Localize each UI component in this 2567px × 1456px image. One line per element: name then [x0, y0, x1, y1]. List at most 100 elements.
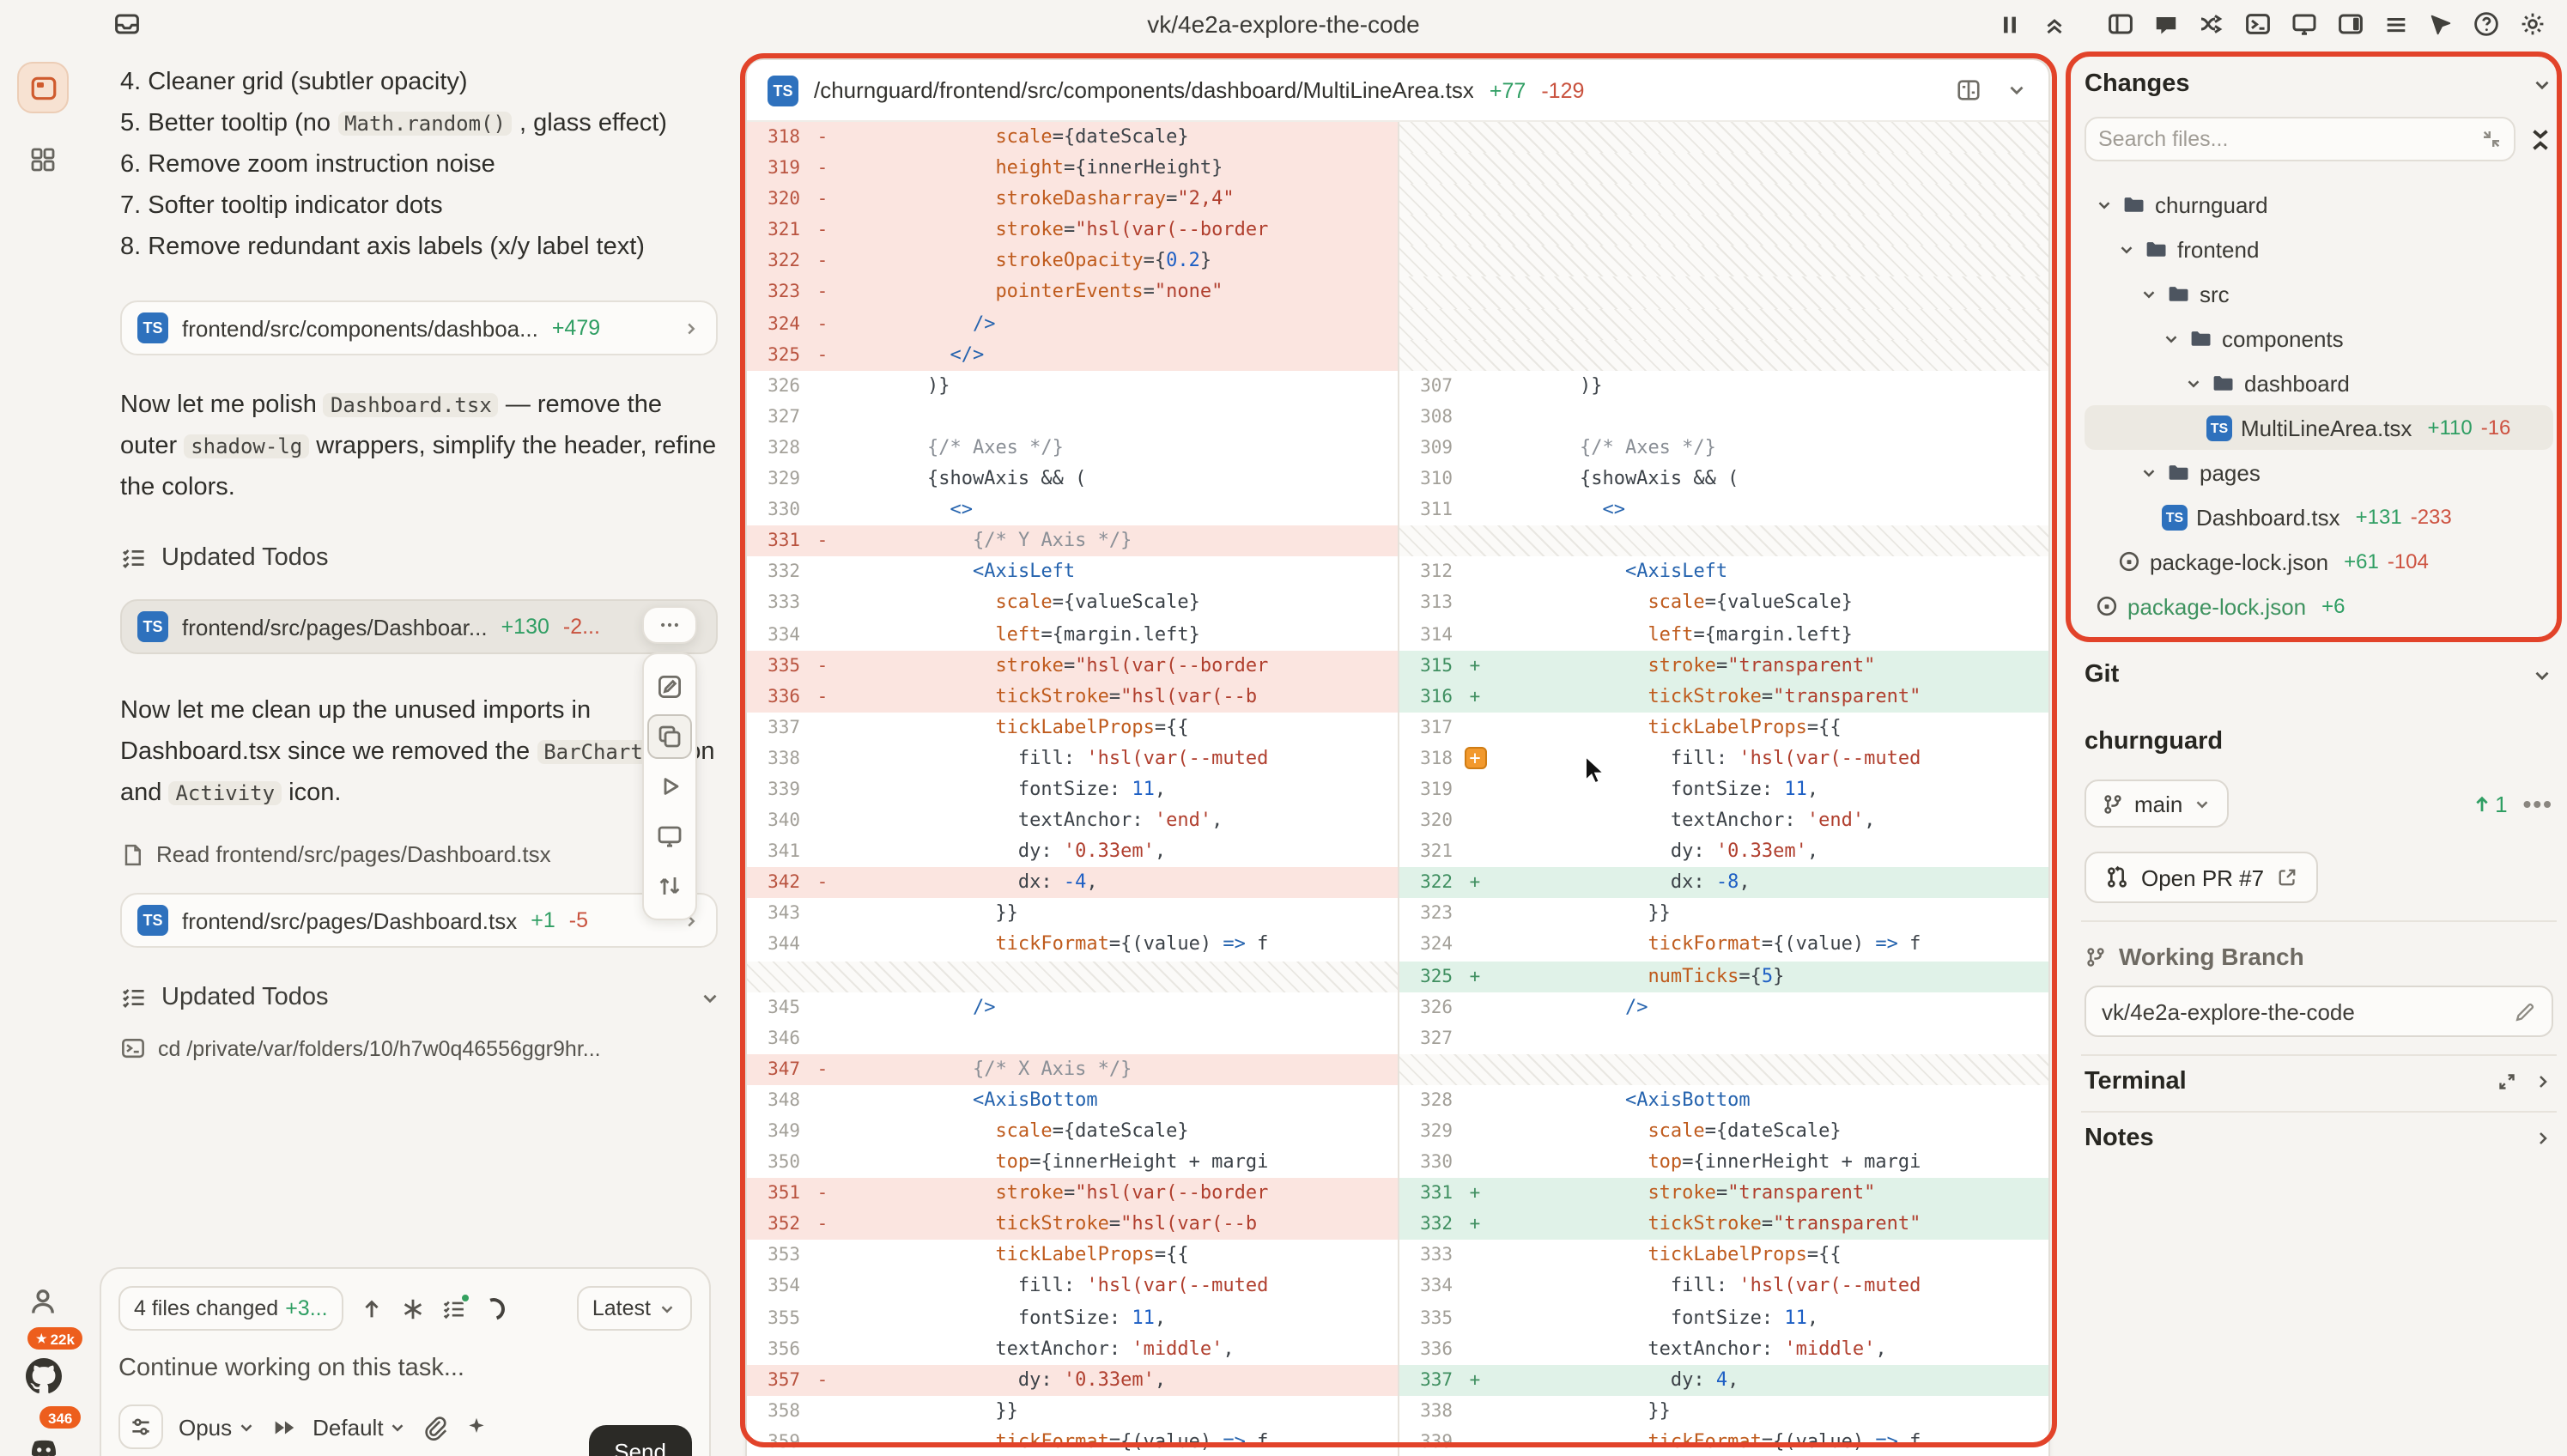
sparkle-icon[interactable] [464, 1414, 490, 1440]
line-number: 328 [747, 433, 809, 464]
panel-left-icon[interactable] [2107, 10, 2134, 38]
diff-marker: - [809, 1178, 836, 1209]
line-number: 337 [747, 713, 809, 743]
code-line: tickStroke="transparent" [1489, 1210, 2048, 1241]
tree-file-package-lock.json[interactable]: package-lock.json+6 [2085, 584, 2553, 628]
pointer-icon[interactable] [2428, 11, 2454, 37]
edit-pencil-icon[interactable] [2514, 1000, 2536, 1022]
updated-todos-row[interactable]: Updated Todos [120, 544, 721, 572]
chevron-down-icon[interactable] [2531, 73, 2553, 95]
settings-gear-icon[interactable] [2519, 10, 2546, 38]
more-options-icon[interactable]: ••• [2523, 790, 2553, 817]
diff-marker [809, 1116, 836, 1147]
model-dropdown[interactable]: Opus [179, 1414, 256, 1440]
files-changed-chip[interactable]: 4 files changed +3... [118, 1286, 343, 1331]
chat-input[interactable] [118, 1355, 692, 1382]
chevron-right-icon[interactable] [2533, 1071, 2553, 1092]
diff-view-toggle-icon[interactable] [1956, 77, 1981, 103]
terminal-section-header[interactable]: Terminal [2085, 1056, 2553, 1107]
ts-file-icon: TS [2206, 415, 2232, 440]
updated-todos-row[interactable]: Updated Todos [120, 984, 721, 1011]
diff-right-add-line: 332+ tickStroke="transparent" [1398, 1210, 2048, 1241]
play-icon[interactable] [647, 764, 692, 809]
open-pr-button[interactable]: Open PR #7 [2085, 852, 2317, 903]
working-branch-input[interactable] [2102, 998, 2514, 1024]
collapse-up-icon[interactable] [2042, 11, 2067, 37]
diff-row: 358 }}338 }} [747, 1396, 2048, 1427]
menu-icon[interactable] [2383, 11, 2409, 37]
more-ellipsis-icon[interactable] [647, 610, 692, 640]
chevron-down-icon[interactable] [2006, 79, 2028, 101]
file-search-input[interactable] [2098, 127, 2471, 151]
todos-checklist-icon[interactable] [441, 1295, 467, 1321]
diff-marker [1461, 1396, 1489, 1427]
collapse-tree-icon[interactable] [2528, 126, 2553, 152]
panel-right-icon[interactable] [2337, 10, 2364, 38]
changes-section-header[interactable]: Changes [2085, 58, 2553, 110]
tree-folder-frontend[interactable]: frontend [2085, 227, 2553, 271]
terminal-command-row[interactable]: cd /private/var/folders/10/h7w0q46556ggr… [120, 1035, 721, 1061]
paperclip-icon[interactable] [423, 1414, 449, 1440]
code-line: <> [836, 494, 1398, 525]
read-file-row[interactable]: Read frontend/src/pages/Dashboard.tsx [120, 841, 721, 867]
tree-file-package-lock.json[interactable]: package-lock.json+61-104 [2085, 539, 2553, 584]
tray-icon[interactable] [113, 10, 141, 38]
monitor-icon[interactable] [2291, 10, 2318, 38]
tree-file-MultiLineArea.tsx[interactable]: TSMultiLineArea.tsx+110-16 [2085, 405, 2553, 450]
chevron-down-icon [2117, 240, 2136, 258]
ts-file-icon: TS [137, 312, 168, 343]
sliders-icon[interactable] [118, 1404, 163, 1449]
chevron-right-icon[interactable] [2533, 1128, 2553, 1149]
github-icon[interactable] [17, 1350, 69, 1401]
edit-icon[interactable] [647, 664, 692, 709]
file-chip[interactable]: TS frontend/src/components/dashboa... +4… [120, 300, 718, 355]
inline-code: shadow-lg [184, 434, 309, 458]
app-window: vk/4e2a-explore-the-code ★22k [0, 0, 2567, 1456]
expand-icon[interactable] [2497, 1071, 2517, 1092]
shuffle-icon[interactable] [2198, 10, 2225, 38]
account-icon[interactable] [17, 1276, 69, 1327]
tree-folder-dashboard[interactable]: dashboard [2085, 361, 2553, 405]
branch-selector[interactable]: main [2085, 780, 2229, 828]
add-comment-button[interactable]: + [1464, 747, 1486, 769]
code-line: {/* X Axis */} [836, 1054, 1398, 1085]
diff-area: TS /churnguard/frontend/src/components/d… [735, 48, 2067, 1456]
line-number: 354 [747, 1271, 809, 1302]
fast-forward-icon[interactable] [271, 1414, 297, 1440]
pause-icon[interactable] [1997, 11, 2023, 37]
workspace-icon[interactable] [17, 62, 69, 113]
tree-folder-components[interactable]: components [2085, 316, 2553, 361]
tree-folder-pages[interactable]: pages [2085, 450, 2553, 494]
mode-dropdown[interactable]: Default [313, 1414, 407, 1440]
asterisk-icon[interactable] [400, 1295, 426, 1321]
commits-ahead[interactable]: 1 [2471, 791, 2507, 816]
compare-arrows-icon[interactable] [647, 864, 692, 908]
chevron-down-icon[interactable] [2531, 664, 2553, 686]
files-changed-stats: +3... [285, 1296, 327, 1320]
copy-icon[interactable] [647, 714, 692, 759]
repo-name: churnguard [2085, 728, 2553, 755]
diff-right-ctx-line: 308 [1398, 402, 2048, 433]
send-button[interactable]: Send [588, 1425, 692, 1456]
line-number: 329 [1399, 1116, 1461, 1147]
diff-marker [1461, 339, 1489, 370]
git-section-header[interactable]: Git [2085, 649, 2553, 701]
tree-folder-churnguard[interactable]: churnguard [2085, 182, 2553, 227]
terminal-icon[interactable] [2244, 10, 2272, 38]
tree-file-Dashboard.tsx[interactable]: TSDashboard.tsx+131-233 [2085, 494, 2553, 539]
chevron-down-icon[interactable] [699, 986, 721, 1009]
diff-row: 320- strokeDasharray="2,4" [747, 184, 2048, 215]
file-chip[interactable]: TS frontend/src/pages/Dashboar... +130 -… [120, 599, 718, 654]
file-chip[interactable]: TS frontend/src/pages/Dashboard.tsx +1 -… [120, 893, 718, 948]
latest-dropdown[interactable]: Latest [577, 1286, 692, 1331]
notes-section-header[interactable]: Notes [2085, 1113, 2553, 1164]
help-icon[interactable] [2473, 10, 2500, 38]
chat-bubble-icon[interactable] [2153, 11, 2179, 37]
discord-icon[interactable] [17, 1425, 69, 1456]
collapse-diff-icon[interactable] [2481, 129, 2502, 149]
grid-apps-icon[interactable] [17, 134, 69, 185]
monitor-icon[interactable] [647, 814, 692, 858]
ts-file-icon: TS [137, 611, 168, 642]
up-arrow-icon[interactable] [359, 1295, 385, 1321]
tree-folder-src[interactable]: src [2085, 271, 2553, 316]
